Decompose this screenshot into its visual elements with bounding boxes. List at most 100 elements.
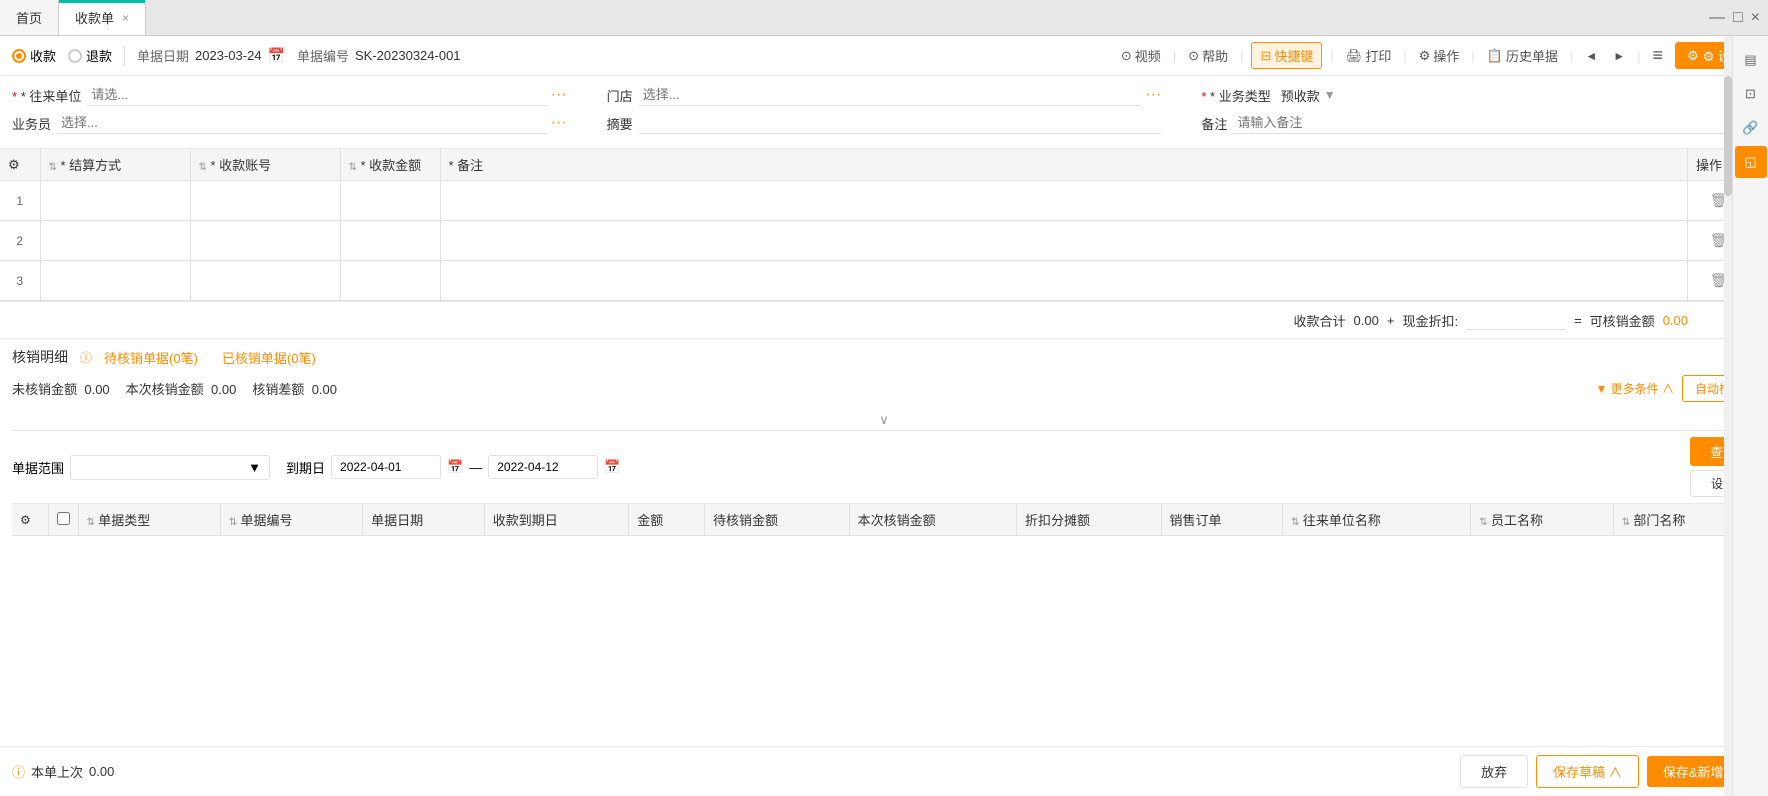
- footer-left: ⓘ 本单上次 0.00: [12, 762, 114, 781]
- select-all-checkbox[interactable]: [57, 512, 70, 525]
- help-btn[interactable]: ⊙ 帮助: [1184, 44, 1232, 67]
- scrollbar[interactable]: [1724, 36, 1732, 796]
- range-select[interactable]: ▼: [70, 455, 270, 480]
- discount-label: 现金折扣:: [1402, 311, 1458, 330]
- note-field: 备注: [1201, 112, 1756, 134]
- pending-tab[interactable]: 待核销单据(0笔): [104, 348, 198, 367]
- tab-receipt-label: 收款单: [75, 8, 114, 27]
- row3-amount[interactable]: [340, 261, 440, 301]
- print-btn[interactable]: 🖨 打印: [1342, 44, 1396, 67]
- shortcut-btn[interactable]: ⊟ 快捷键: [1251, 42, 1322, 69]
- row1-settle[interactable]: [40, 181, 190, 221]
- link-icon: 🔗: [1742, 120, 1758, 136]
- business-type-dropdown[interactable]: ▼: [1324, 88, 1336, 102]
- sidebar-grid-icon[interactable]: ⊡: [1735, 78, 1767, 110]
- prev-label: 本单上次: [31, 762, 83, 781]
- row3-account[interactable]: [190, 261, 340, 301]
- counterpart-more-icon[interactable]: ···: [551, 86, 567, 104]
- row3-remark[interactable]: [440, 261, 1688, 301]
- help-icon: ⊙: [1188, 48, 1199, 64]
- summary-field: 摘要: [607, 112, 1162, 134]
- history-btn[interactable]: 📋 历史单据: [1483, 44, 1562, 67]
- toolbar: 收款 退款 单据日期 2023-03-24 📅 单据编号 SK-20230324…: [0, 36, 1768, 76]
- recon-info-icon[interactable]: ⓘ: [80, 349, 92, 366]
- window-controls: — □ ×: [1709, 9, 1768, 27]
- row2-account[interactable]: [190, 221, 340, 261]
- row1-amount[interactable]: [340, 181, 440, 221]
- collapse-arrow[interactable]: ∨: [12, 410, 1756, 430]
- next-btn[interactable]: ►: [1609, 47, 1629, 65]
- note-input[interactable]: [1233, 112, 1756, 134]
- staff-input[interactable]: [57, 112, 547, 134]
- bottom-col-sales-order: 销售订单: [1161, 504, 1283, 536]
- footer-info-icon[interactable]: ⓘ: [12, 762, 25, 781]
- radio-receipt-circle: [12, 49, 26, 63]
- available-label: 可核销金额: [1590, 311, 1655, 330]
- date-from-input[interactable]: [331, 455, 441, 479]
- sidebar-table-icon[interactable]: ▤: [1735, 44, 1767, 76]
- calendar-from-icon[interactable]: 📅: [447, 459, 463, 475]
- menu-icon[interactable]: ≡: [1649, 43, 1668, 68]
- sidebar-expand-icon[interactable]: ◱: [1735, 146, 1767, 178]
- date-label: 单据日期: [137, 46, 189, 65]
- receipt-table: ⚙ ⇅ * 结算方式 ⇅ * 收款账号 ⇅ * 收款金额: [0, 149, 1768, 301]
- counterpart-input[interactable]: [87, 84, 546, 106]
- row1-account[interactable]: [190, 181, 340, 221]
- current-stat: 本次核销金额 0.00: [126, 379, 237, 398]
- row2-settle[interactable]: [40, 221, 190, 261]
- note-label: 备注: [1201, 114, 1227, 133]
- video-btn[interactable]: ⊙ 视频: [1117, 44, 1165, 67]
- number-label: 单据编号: [297, 46, 349, 65]
- save-draft-btn[interactable]: 保存草稿 ∧: [1536, 755, 1639, 788]
- bottom-col-checkbox[interactable]: [48, 504, 78, 536]
- calendar-to-icon[interactable]: 📅: [604, 459, 620, 475]
- summary-input[interactable]: [639, 112, 1162, 134]
- business-type-value: 预收款: [1281, 86, 1320, 105]
- range-label: 单据范围: [12, 458, 64, 477]
- bottom-col-staff: ⇅ 员工名称: [1471, 504, 1613, 536]
- abandon-btn[interactable]: 放弃: [1460, 755, 1528, 788]
- receipt-table-section: ⚙ ⇅ * 结算方式 ⇅ * 收款账号 ⇅ * 收款金额: [0, 149, 1768, 302]
- radio-refund[interactable]: 退款: [68, 46, 112, 65]
- number-value: SK-20230324-001: [355, 48, 461, 63]
- date-to-input[interactable]: [488, 455, 598, 479]
- bottom-col-due-date: 收款到期日: [484, 504, 629, 536]
- row3-settle[interactable]: [40, 261, 190, 301]
- more-conditions-btn[interactable]: ▼ 更多条件 ∧: [1595, 380, 1674, 397]
- business-type-field: * * 业务类型 预收款 ▼: [1201, 86, 1756, 105]
- tab-home[interactable]: 首页: [0, 0, 59, 35]
- bottom-col-discount: 折扣分摊额: [1017, 504, 1162, 536]
- sidebar-link-icon[interactable]: 🔗: [1735, 112, 1767, 144]
- scrollbar-thumb[interactable]: [1724, 76, 1732, 196]
- tab-receipt[interactable]: 收款单 ×: [59, 0, 146, 35]
- done-tab[interactable]: 已核销单据(0笔): [222, 348, 316, 367]
- radio-receipt[interactable]: 收款: [12, 46, 56, 65]
- tab-close-icon[interactable]: ×: [122, 11, 129, 25]
- bottom-table-section: ⚙ ⇅ 单据类型 ⇅ 单据编号 单据日期: [12, 503, 1756, 746]
- minimize-icon[interactable]: —: [1709, 9, 1725, 27]
- col-remark-header: * 备注: [440, 149, 1688, 181]
- staff-more-icon[interactable]: ···: [551, 114, 567, 132]
- row2-amount[interactable]: [340, 221, 440, 261]
- available-value: 0.00: [1663, 313, 1688, 328]
- recon-sub-row: 未核销金额 0.00 本次核销金额 0.00 核销差额 0.00 ▼ 更多条件 …: [12, 375, 1756, 402]
- prev-btn[interactable]: ◄: [1581, 47, 1601, 65]
- date-calendar-icon[interactable]: 📅: [268, 47, 285, 64]
- discount-input[interactable]: [1466, 310, 1566, 330]
- number-field: 单据编号 SK-20230324-001: [297, 46, 461, 65]
- date-field: 单据日期 2023-03-24 📅: [137, 46, 285, 65]
- row-num-1: 1: [0, 181, 40, 221]
- row2-remark[interactable]: [440, 221, 1688, 261]
- store-label: 门店: [607, 86, 633, 105]
- footer-right: 放弃 保存草稿 ∧ 保存&新增 ∧: [1460, 755, 1756, 788]
- store-input[interactable]: [639, 84, 1142, 106]
- col-gear[interactable]: ⚙: [0, 149, 40, 181]
- store-more-icon[interactable]: ···: [1145, 86, 1161, 104]
- maximize-icon[interactable]: □: [1733, 9, 1743, 27]
- row1-remark[interactable]: [440, 181, 1688, 221]
- radio-refund-label: 退款: [86, 46, 112, 65]
- bottom-col-gear[interactable]: ⚙: [12, 504, 48, 536]
- bottom-col-pending: 待核销金额: [705, 504, 850, 536]
- operation-btn[interactable]: ⚙ 操作: [1415, 44, 1464, 67]
- close-icon[interactable]: ×: [1751, 9, 1760, 27]
